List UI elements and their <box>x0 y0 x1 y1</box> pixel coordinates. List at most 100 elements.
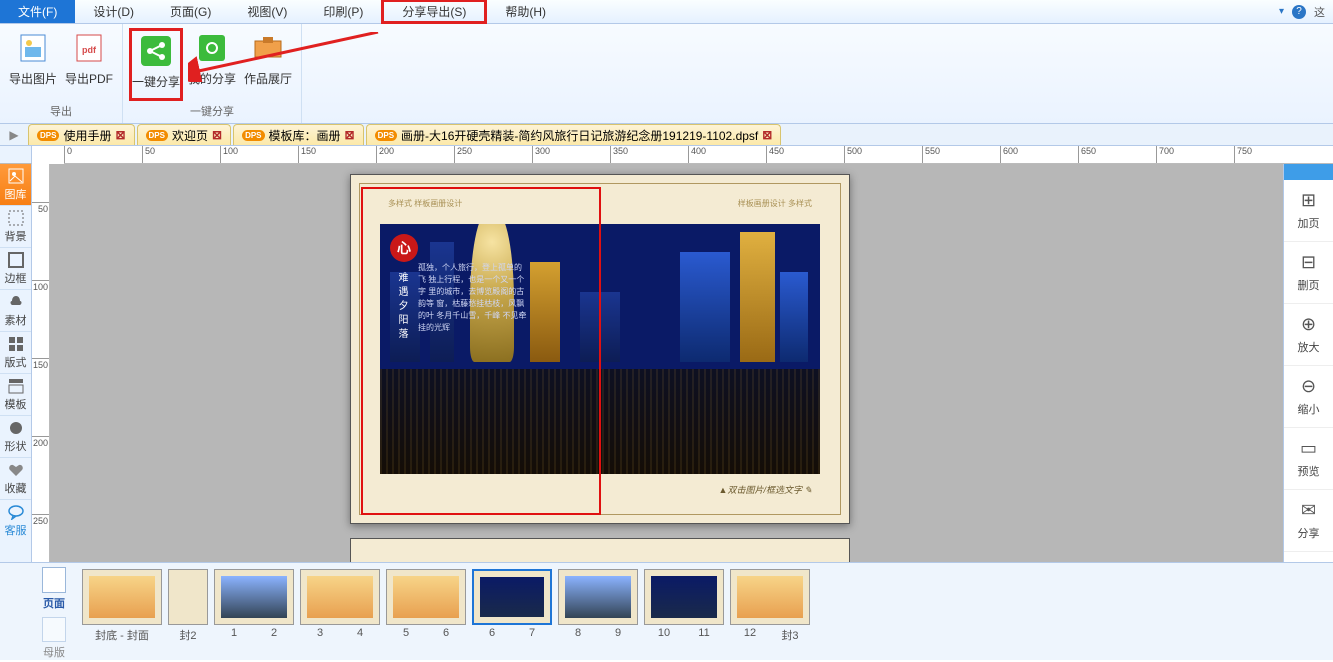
thumb-spread-3-4[interactable] <box>300 569 380 625</box>
shape-icon <box>8 420 24 436</box>
share-label: 分享 <box>1298 525 1320 541</box>
canvas[interactable]: 多样式 样板画册设计样板画册设计 多样式 心 难遇夕阳 <box>50 164 1283 562</box>
one-click-share-button[interactable]: 一键分享 <box>129 28 183 101</box>
sidebar-template[interactable]: 模板 <box>0 374 31 416</box>
export-pdf-label: 导出PDF <box>65 70 113 87</box>
selection-box[interactable] <box>361 187 601 515</box>
thumb-page-8: 8 <box>558 627 598 643</box>
thumb-spread-1-2[interactable] <box>214 569 294 625</box>
zoom-out-label: 缩小 <box>1298 401 1320 417</box>
close-icon[interactable]: ⊠ <box>212 128 222 142</box>
close-icon[interactable]: ⊠ <box>115 128 125 142</box>
sidebar-service-label: 客服 <box>5 522 27 538</box>
sidebar-layout[interactable]: 版式 <box>0 332 31 374</box>
delete-page-button[interactable]: ⊟ 删页 <box>1284 242 1333 304</box>
share-button[interactable]: ✉分享 <box>1284 490 1333 552</box>
page-spread[interactable]: 多样式 样板画册设计样板画册设计 多样式 心 难遇夕阳 <box>350 174 850 524</box>
thumbnails: 封底 - 封面 封2 12 34 56 67 89 1011 12封3 <box>76 563 1333 660</box>
document-tabs: ▶ DPS使用手册⊠ DPS欢迎页⊠ DPS模板库：画册⊠ DPS画册-大16开… <box>0 124 1333 146</box>
bottom-tab-switcher: 页面 母版 <box>32 563 76 660</box>
menu-help[interactable]: 帮助(H) <box>487 0 564 23</box>
export-pdf-button[interactable]: pdf 导出PDF <box>62 28 116 101</box>
menu-bar: 文件(F) 设计(D) 页面(G) 视图(V) 印刷(P) 分享导出(S) 帮助… <box>0 0 1333 24</box>
close-icon[interactable]: ⊠ <box>762 128 772 142</box>
preview-label: 预览 <box>1298 463 1320 479</box>
gallery-button[interactable]: 作品展厅 <box>241 28 295 101</box>
export-image-button[interactable]: 导出图片 <box>6 28 60 101</box>
tab-current-label: 画册-大16开硬壳精装-简约风旅行日记旅游纪念册191219-1102.dpsf <box>401 127 758 144</box>
sidebar-shape[interactable]: 形状 <box>0 416 31 458</box>
tab-scroll-left[interactable]: ▶ <box>0 124 28 145</box>
sidebar-border[interactable]: 边框 <box>0 248 31 290</box>
sidebar-library[interactable]: 图库 <box>0 164 31 206</box>
sidebar-shape-label: 形状 <box>5 438 27 454</box>
ribbon: 导出图片 pdf 导出PDF 导出 一键分享 我的分享 作品展厅 一键分享 <box>0 24 1333 124</box>
tab-template-lib[interactable]: DPS模板库：画册⊠ <box>233 124 364 145</box>
sidebar-background[interactable]: 背景 <box>0 206 31 248</box>
group-share-label: 一键分享 <box>129 101 295 123</box>
tab-welcome[interactable]: DPS 欢迎页 ⊠ <box>137 124 232 145</box>
page-tab[interactable]: 页面 <box>43 595 65 611</box>
menu-print[interactable]: 印刷(P) <box>305 0 381 23</box>
right-panel-collapse[interactable] <box>1284 164 1333 180</box>
menu-share-export[interactable]: 分享导出(S) <box>381 0 487 24</box>
library-icon <box>8 168 24 184</box>
heart-icon <box>8 462 24 478</box>
thumb-cover-label: 封底 - 封面 <box>95 627 149 643</box>
delete-page-label: 删页 <box>1298 277 1320 293</box>
sidebar-service[interactable]: 客服 <box>0 500 31 542</box>
sidebar-material-label: 素材 <box>5 312 27 328</box>
help-icon[interactable]: ? <box>1292 5 1306 19</box>
thumb-page-4: 4 <box>340 627 380 643</box>
thumb-cover[interactable] <box>82 569 162 625</box>
thumb-spread-5-6[interactable] <box>386 569 466 625</box>
share-alt-icon <box>196 32 228 64</box>
menu-view[interactable]: 视图(V) <box>229 0 305 23</box>
template-icon <box>8 378 24 394</box>
sidebar-library-label: 图库 <box>5 186 27 202</box>
sidebar-template-label: 模板 <box>5 396 27 412</box>
menu-file[interactable]: 文件(F) <box>0 0 75 23</box>
thumb-cover2-label: 封2 <box>179 627 196 643</box>
gallery-icon <box>252 32 284 64</box>
zoom-in-button[interactable]: ⊕放大 <box>1284 304 1333 366</box>
thumb-spread-9-10[interactable] <box>558 569 638 625</box>
menu-page[interactable]: 页面(G) <box>152 0 229 23</box>
group-export-label: 导出 <box>6 101 116 123</box>
add-page-label: 加页 <box>1298 215 1320 231</box>
menu-design[interactable]: 设计(D) <box>75 0 152 23</box>
chevron-down-icon[interactable]: ▾ <box>1279 6 1284 17</box>
sidebar-favorite[interactable]: 收藏 <box>0 458 31 500</box>
tab-manual[interactable]: DPS使用手册⊠ <box>28 124 135 145</box>
gallery-label: 作品展厅 <box>244 70 292 87</box>
thumb-page-5: 5 <box>386 627 426 643</box>
thumb-spread-11-12[interactable] <box>644 569 724 625</box>
header-right-text: 样板画册设计 多样式 <box>738 198 812 208</box>
tab-welcome-label: 欢迎页 <box>172 127 208 144</box>
thumb-page-12: 12 <box>730 627 770 643</box>
close-icon[interactable]: ⊠ <box>345 128 355 142</box>
thumb-spread-7-8[interactable] <box>472 569 552 625</box>
dps-badge-icon: DPS <box>146 130 168 141</box>
my-share-button[interactable]: 我的分享 <box>185 28 239 101</box>
zoom-out-button[interactable]: ⊖缩小 <box>1284 366 1333 428</box>
add-page-button[interactable]: ⊞加页 <box>1284 180 1333 242</box>
page-tab-icon <box>42 567 66 593</box>
dps-badge-icon: DPS <box>242 130 264 141</box>
share-green-icon <box>140 35 172 67</box>
tab-current-document[interactable]: DPS画册-大16开硬壳精装-简约风旅行日记旅游纪念册191219-1102.d… <box>366 124 782 145</box>
ribbon-group-share: 一键分享 我的分享 作品展厅 一键分享 <box>123 24 302 123</box>
thumb-spread-end[interactable] <box>730 569 810 625</box>
right-panel: ⊞加页 ⊟ 删页 ⊕放大 ⊖缩小 ▭预览 ✉分享 <box>1283 164 1333 562</box>
delete-page-icon: ⊟ <box>1301 252 1316 273</box>
border-icon <box>8 252 24 268</box>
sidebar-material[interactable]: 素材 <box>0 290 31 332</box>
overflow-icon[interactable]: 这 <box>1314 4 1325 20</box>
master-tab[interactable]: 母版 <box>43 644 65 660</box>
master-tab-icon <box>42 617 66 643</box>
thumb-cover2[interactable] <box>168 569 208 625</box>
ribbon-group-export: 导出图片 pdf 导出PDF 导出 <box>0 24 123 123</box>
preview-button[interactable]: ▭预览 <box>1284 428 1333 490</box>
main-workspace: 图库 背景 边框 素材 版式 模板 形状 收藏 客服 0501001502002… <box>0 164 1333 562</box>
ruler-horizontal: 0501001502002503003504004505005506006507… <box>64 146 1283 164</box>
